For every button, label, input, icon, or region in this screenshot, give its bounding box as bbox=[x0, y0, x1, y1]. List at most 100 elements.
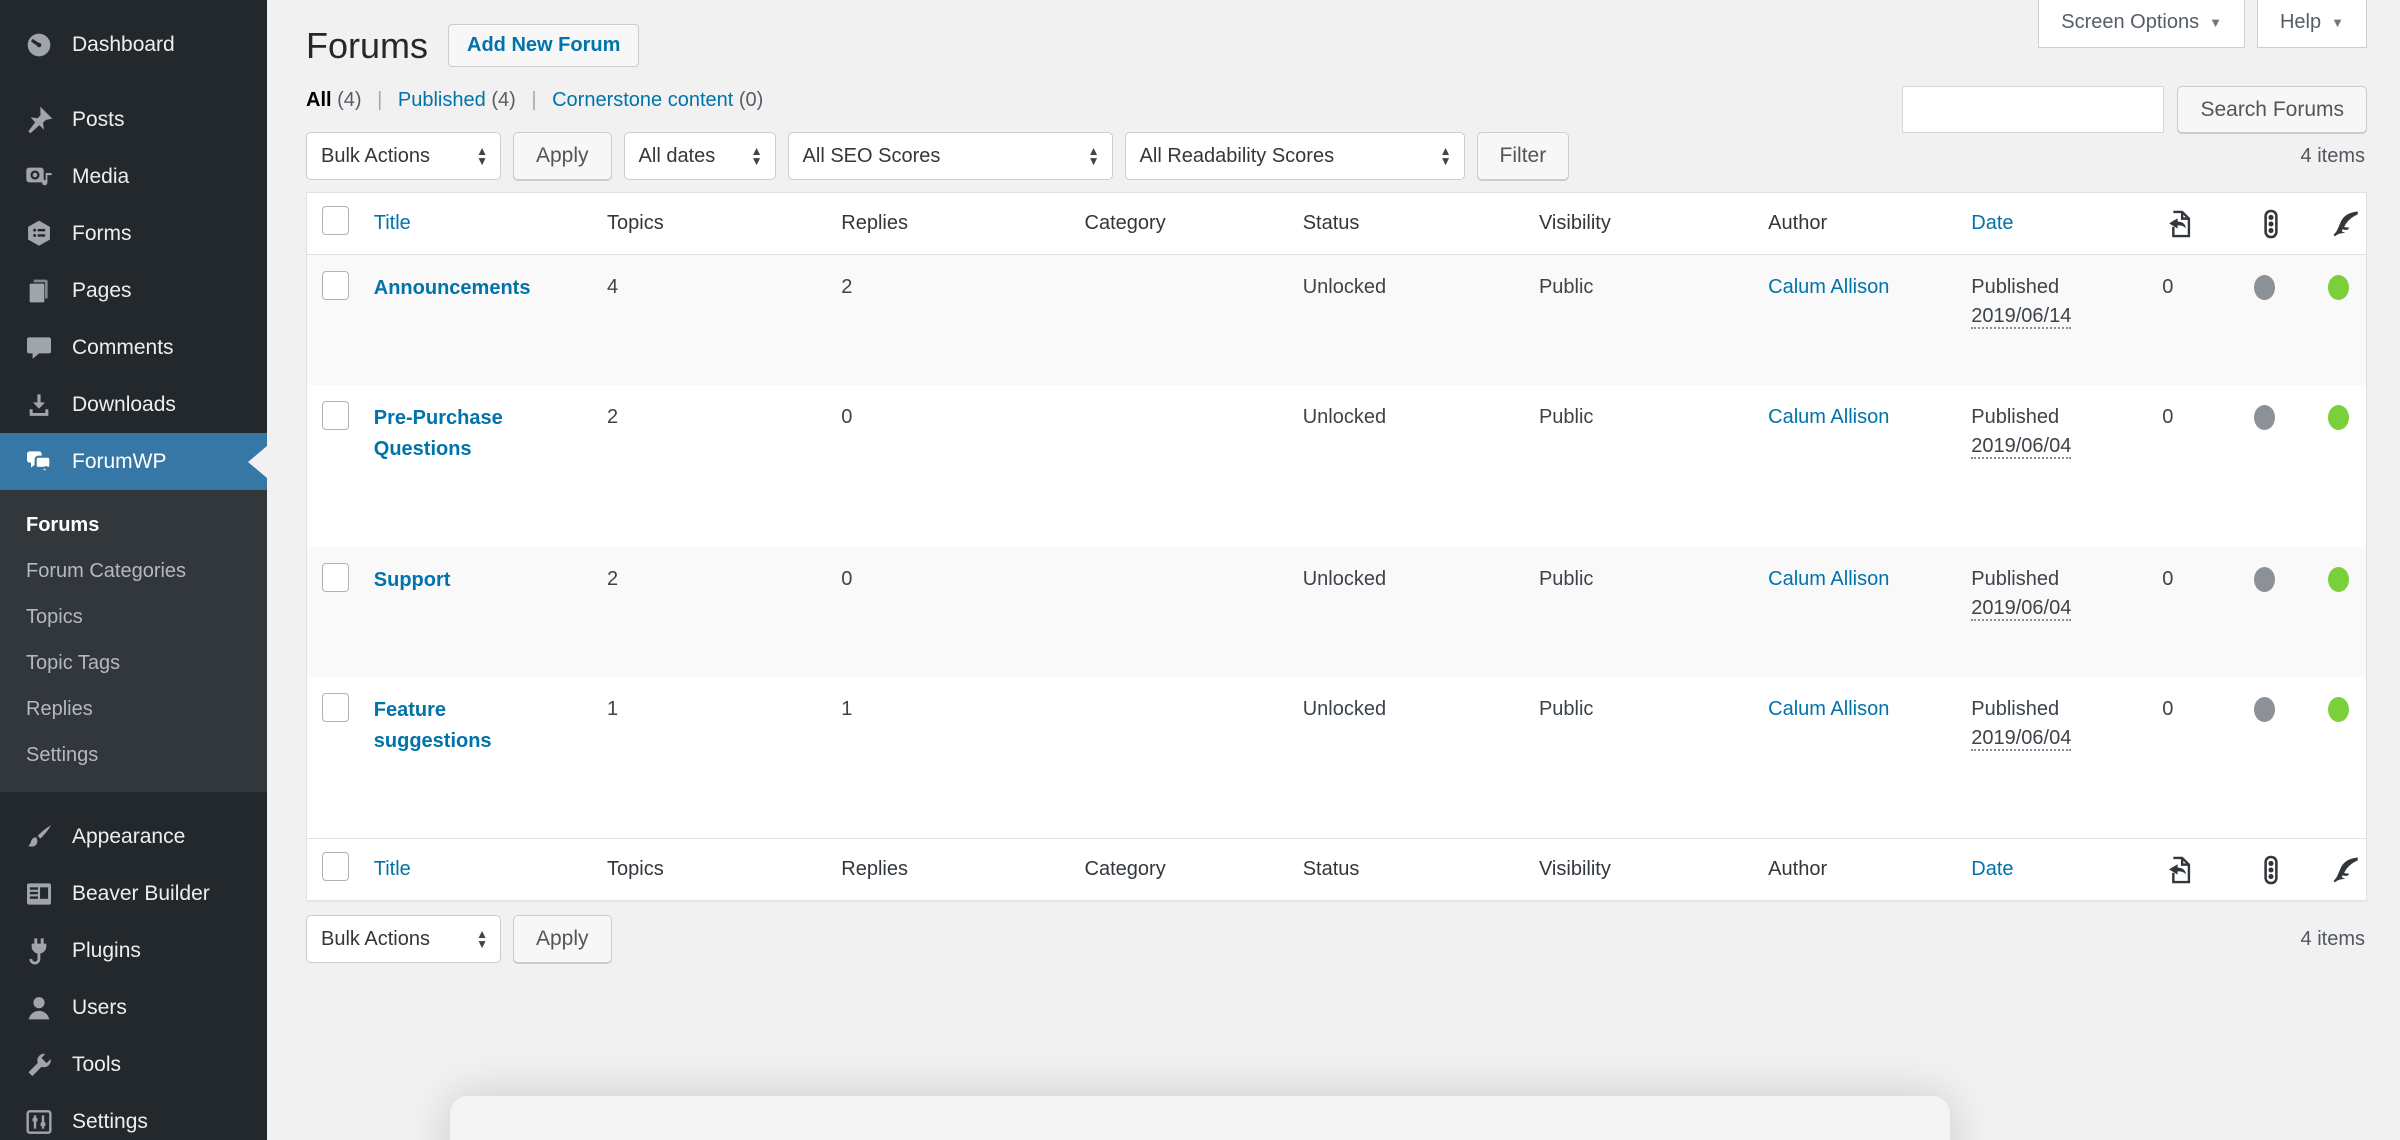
row-checkbox[interactable] bbox=[322, 692, 349, 722]
author-link[interactable]: Calum Allison bbox=[1768, 276, 1889, 298]
select-arrows-icon: ▲ ▼ bbox=[1439, 144, 1452, 168]
add-new-forum-button[interactable]: Add New Forum bbox=[448, 24, 640, 67]
menu-separator bbox=[0, 73, 267, 91]
select-all-checkbox[interactable] bbox=[322, 206, 349, 235]
sidebar-item-beaver-builder[interactable]: Beaver Builder bbox=[0, 865, 267, 922]
sidebar-item-label: Beaver Builder bbox=[72, 881, 210, 905]
submenu-item-forums[interactable]: Forums bbox=[0, 502, 267, 548]
publish-status: Published bbox=[1971, 567, 2060, 590]
seo-scores-filter-select[interactable]: All SEO Scores ▲ ▼ bbox=[787, 132, 1113, 180]
view-published-count: (4) bbox=[491, 89, 516, 111]
tablenav-top: Bulk Actions ▲ ▼ Apply All dates ▲ ▼ All S… bbox=[306, 132, 2367, 180]
search-box: Search Forums bbox=[1902, 86, 2367, 133]
sidebar-item-plugins[interactable]: Plugins bbox=[0, 922, 267, 979]
sidebar-item-comments[interactable]: Comments bbox=[0, 319, 267, 376]
admin-sidebar: Dashboard Posts Media Forms Pages Commen… bbox=[0, 0, 267, 1140]
admin-content: Screen Options ▼ Help ▼ Forums Add New F… bbox=[267, 0, 2400, 1140]
search-input[interactable] bbox=[1902, 86, 2165, 133]
forum-title-link[interactable]: Pre-Purchase Questions bbox=[374, 403, 552, 465]
view-all-link[interactable]: All bbox=[306, 89, 332, 111]
view-cornerstone-link[interactable]: Cornerstone content bbox=[552, 89, 733, 111]
visibility-cell: Public bbox=[1538, 567, 1594, 590]
forum-title-link[interactable]: Support bbox=[374, 565, 451, 596]
view-published-link[interactable]: Published bbox=[398, 89, 486, 111]
sidebar-item-users[interactable]: Users bbox=[0, 979, 267, 1036]
search-forums-button[interactable]: Search Forums bbox=[2177, 86, 2367, 133]
apply-button[interactable]: Apply bbox=[513, 132, 612, 180]
column-footer-visibility: Visibility bbox=[1523, 838, 1754, 901]
column-header-category: Category bbox=[1069, 192, 1288, 255]
dates-filter-select[interactable]: All dates ▲ ▼ bbox=[623, 132, 776, 180]
visibility-cell: Public bbox=[1538, 405, 1594, 428]
submenu-item-settings[interactable]: Settings bbox=[0, 732, 267, 778]
submenu-item-forum-categories[interactable]: Forum Categories bbox=[0, 548, 267, 594]
view-all-count: (4) bbox=[337, 89, 362, 111]
column-header-title[interactable]: Title bbox=[374, 212, 411, 234]
category-cell bbox=[1070, 677, 1288, 839]
column-header-replies: Replies bbox=[826, 192, 1070, 255]
bulk-actions-label: Bulk Actions bbox=[321, 927, 430, 950]
column-footer-date[interactable]: Date bbox=[1971, 858, 2013, 880]
author-link[interactable]: Calum Allison bbox=[1768, 568, 1889, 590]
sidebar-item-label: Settings bbox=[72, 1109, 148, 1133]
chevron-down-icon: ▼ bbox=[2331, 15, 2344, 30]
author-link[interactable]: Calum Allison bbox=[1768, 698, 1889, 720]
submenu-item-replies[interactable]: Replies bbox=[0, 686, 267, 732]
row-checkbox[interactable] bbox=[322, 271, 349, 300]
column-footer-replies: Replies bbox=[826, 838, 1070, 901]
tablenav-bottom: Bulk Actions ▲ ▼ Apply 4 items bbox=[306, 915, 2367, 963]
sidebar-item-label: Forms bbox=[72, 221, 132, 245]
items-count-bottom: 4 items bbox=[2300, 927, 2365, 950]
sidebar-item-settings[interactable]: Settings bbox=[0, 1093, 267, 1140]
sidebar-item-label: Comments bbox=[72, 335, 174, 359]
column-footer-title[interactable]: Title bbox=[374, 858, 411, 880]
readability-scores-filter-label: All Readability Scores bbox=[1139, 144, 1335, 167]
help-button[interactable]: Help ▼ bbox=[2256, 0, 2367, 48]
seo-score-dot bbox=[2253, 275, 2275, 300]
sidebar-item-tools[interactable]: Tools bbox=[0, 1036, 267, 1093]
replies-cell: 2 bbox=[841, 276, 853, 298]
filter-button[interactable]: Filter bbox=[1476, 132, 1570, 180]
select-all-checkbox[interactable] bbox=[322, 852, 349, 881]
bulk-actions-select[interactable]: Bulk Actions ▲ ▼ bbox=[306, 132, 501, 180]
sidebar-item-label: Plugins bbox=[72, 938, 141, 962]
topics-cell: 4 bbox=[607, 276, 619, 298]
status-cell: Unlocked bbox=[1302, 567, 1387, 590]
forumwp-submenu: Forums Forum Categories Topics Topic Tag… bbox=[0, 490, 267, 792]
forms-hexagon-icon bbox=[22, 217, 56, 251]
submenu-item-topics[interactable]: Topics bbox=[0, 594, 267, 640]
readability-scores-filter-select[interactable]: All Readability Scores ▲ ▼ bbox=[1124, 132, 1465, 180]
dashboard-icon bbox=[22, 28, 56, 62]
bulk-actions-select-bottom[interactable]: Bulk Actions ▲ ▼ bbox=[306, 915, 501, 963]
forum-title-link[interactable]: Feature suggestions bbox=[374, 695, 552, 757]
dates-filter-label: All dates bbox=[638, 144, 716, 167]
submenu-item-label: Forum Categories bbox=[26, 559, 187, 582]
sidebar-item-forumwp[interactable]: ForumWP bbox=[0, 433, 267, 490]
submenu-item-label: Topics bbox=[26, 605, 83, 628]
sidebar-item-label: Users bbox=[72, 995, 127, 1019]
column-header-date[interactable]: Date bbox=[1971, 212, 2013, 234]
select-arrows-icon: ▲ ▼ bbox=[476, 144, 488, 168]
sidebar-item-dashboard[interactable]: Dashboard bbox=[0, 16, 267, 73]
category-cell bbox=[1070, 255, 1288, 385]
bulk-actions-label: Bulk Actions bbox=[321, 144, 430, 167]
sidebar-item-posts[interactable]: Posts bbox=[0, 91, 267, 148]
sidebar-item-forms[interactable]: Forms bbox=[0, 205, 267, 262]
row-checkbox[interactable] bbox=[322, 400, 349, 430]
sidebar-item-downloads[interactable]: Downloads bbox=[0, 376, 267, 433]
sidebar-item-pages[interactable]: Pages bbox=[0, 262, 267, 319]
sidebar-item-appearance[interactable]: Appearance bbox=[0, 808, 267, 865]
seo-score-dot bbox=[2253, 566, 2275, 592]
view-cornerstone-count: (0) bbox=[738, 89, 764, 111]
bottom-window-shadow bbox=[450, 1096, 1950, 1140]
seo-score-traffic-light-icon bbox=[2254, 206, 2298, 242]
sidebar-item-media[interactable]: Media bbox=[0, 148, 267, 205]
row-checkbox[interactable] bbox=[322, 562, 349, 592]
topics-cell: 2 bbox=[607, 567, 619, 590]
column-header-author: Author bbox=[1753, 192, 1957, 255]
submenu-item-topic-tags[interactable]: Topic Tags bbox=[0, 640, 267, 686]
author-link[interactable]: Calum Allison bbox=[1768, 406, 1889, 428]
forum-title-link[interactable]: Announcements bbox=[374, 273, 531, 304]
apply-button-bottom[interactable]: Apply bbox=[513, 915, 612, 963]
screen-options-button[interactable]: Screen Options ▼ bbox=[2038, 0, 2245, 48]
